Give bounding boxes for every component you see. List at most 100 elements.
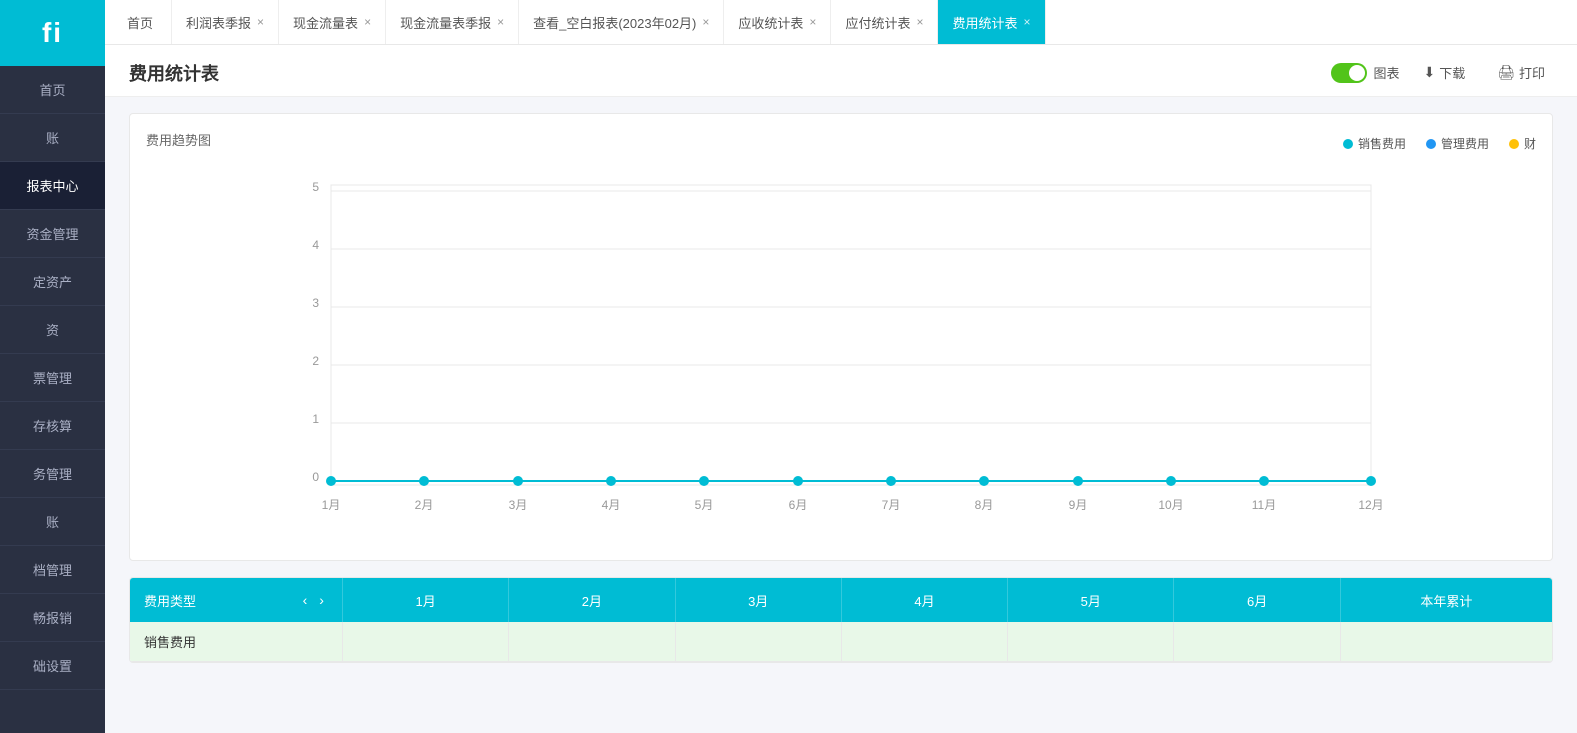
sidebar-item-report-center[interactable]: 报表中心 bbox=[0, 162, 105, 210]
sidebar-item-account2[interactable]: 账 bbox=[0, 498, 105, 546]
td-m6-sales bbox=[1174, 622, 1340, 661]
th-m1: 1月 bbox=[343, 578, 509, 622]
close-tab-cashflow-quarterly[interactable]: × bbox=[497, 15, 504, 29]
page-title: 费用统计表 bbox=[129, 60, 219, 86]
th-type: 费用类型 ‹ › bbox=[130, 578, 343, 622]
th-m4: 4月 bbox=[842, 578, 1008, 622]
sidebar-item-inventory[interactable]: 存核算 bbox=[0, 402, 105, 450]
close-tab-blank-report[interactable]: × bbox=[702, 15, 709, 29]
svg-text:3: 3 bbox=[312, 296, 319, 310]
tab-home[interactable]: 首页 bbox=[109, 0, 172, 44]
sidebar-item-ticket-management[interactable]: 票管理 bbox=[0, 354, 105, 402]
legend-label-admin: 管理费用 bbox=[1441, 135, 1489, 152]
svg-text:0: 0 bbox=[312, 470, 319, 484]
legend-admin: 管理费用 bbox=[1426, 135, 1489, 152]
legend-label-finance: 财 bbox=[1524, 135, 1536, 152]
legend-finance: 财 bbox=[1509, 135, 1536, 152]
td-m1-sales bbox=[343, 622, 509, 661]
content-area: 费用趋势图 销售费用 管理费用 财 bbox=[105, 97, 1577, 733]
svg-text:5月: 5月 bbox=[695, 498, 714, 512]
chart-toggle-label: 图表 bbox=[1373, 63, 1399, 82]
td-m3-sales bbox=[676, 622, 842, 661]
download-button[interactable]: ⬇ 下载 bbox=[1415, 59, 1473, 86]
toggle-track[interactable] bbox=[1331, 63, 1367, 83]
sidebar-item-fixed-assets[interactable]: 定资产 bbox=[0, 258, 105, 306]
td-m4-sales bbox=[842, 622, 1008, 661]
close-tab-payable[interactable]: × bbox=[916, 15, 923, 29]
tab-receivable[interactable]: 应收统计表 × bbox=[724, 0, 831, 44]
legend-dot-sales bbox=[1343, 139, 1353, 149]
chart-legend: 销售费用 管理费用 财 bbox=[1343, 135, 1536, 152]
prev-arrow[interactable]: ‹ bbox=[299, 592, 312, 608]
svg-text:3月: 3月 bbox=[509, 498, 528, 512]
table-row: 销售费用 bbox=[130, 622, 1552, 662]
sidebar-scroll: 首页 账 报表中心 资金管理 定资产 资 票管理 存核算 务管理 账 档管理 畅… bbox=[0, 66, 105, 733]
download-icon: ⬇ bbox=[1423, 64, 1435, 81]
tab-blank-report[interactable]: 查看_空白报表(2023年02月) × bbox=[519, 0, 724, 44]
legend-label-sales: 销售费用 bbox=[1358, 135, 1406, 152]
legend-dot-admin bbox=[1426, 139, 1436, 149]
print-label: 打印 bbox=[1519, 63, 1545, 82]
svg-text:9月: 9月 bbox=[1069, 498, 1088, 512]
tab-bar: 首页 利润表季报 × 现金流量表 × 现金流量表季报 × 查看_空白报表(202… bbox=[105, 0, 1577, 45]
svg-text:11月: 11月 bbox=[1252, 498, 1276, 512]
page-header: 费用统计表 图表 ⬇ 下载 🖨 打印 bbox=[105, 45, 1577, 97]
sidebar-item-service-management[interactable]: 务管理 bbox=[0, 450, 105, 498]
sidebar-item-settings[interactable]: 础设置 bbox=[0, 642, 105, 690]
td-type-sales: 销售费用 bbox=[130, 622, 343, 661]
table-header-row: 费用类型 ‹ › 1月 2月 3月 4月 5月 6月 本年累计 bbox=[130, 578, 1552, 622]
chart-container: 费用趋势图 销售费用 管理费用 财 bbox=[129, 113, 1553, 561]
close-tab-profit-quarterly[interactable]: × bbox=[257, 15, 264, 29]
svg-text:1月: 1月 bbox=[322, 498, 341, 512]
svg-text:6月: 6月 bbox=[789, 498, 808, 512]
th-m2: 2月 bbox=[509, 578, 675, 622]
toggle-thumb bbox=[1349, 65, 1365, 81]
nav-arrows: ‹ › bbox=[299, 592, 328, 608]
print-button[interactable]: 🖨 打印 bbox=[1489, 59, 1553, 86]
chart-title: 费用趋势图 bbox=[146, 130, 211, 149]
tab-expense[interactable]: 费用统计表 × bbox=[938, 0, 1045, 44]
th-ytd: 本年累计 bbox=[1341, 578, 1552, 622]
svg-text:4: 4 bbox=[312, 238, 319, 252]
line-chart-svg: 0 1 2 3 4 5 bbox=[146, 161, 1536, 541]
sidebar-item-account[interactable]: 账 bbox=[0, 114, 105, 162]
close-tab-cashflow[interactable]: × bbox=[364, 15, 371, 29]
td-m2-sales bbox=[509, 622, 675, 661]
tab-profit-quarterly[interactable]: 利润表季报 × bbox=[172, 0, 279, 44]
th-m3: 3月 bbox=[676, 578, 842, 622]
svg-text:7月: 7月 bbox=[882, 498, 901, 512]
main-content: 首页 利润表季报 × 现金流量表 × 现金流量表季报 × 查看_空白报表(202… bbox=[105, 0, 1577, 733]
th-m5: 5月 bbox=[1008, 578, 1174, 622]
svg-text:4月: 4月 bbox=[602, 498, 621, 512]
svg-text:2: 2 bbox=[312, 354, 319, 368]
close-tab-receivable[interactable]: × bbox=[809, 15, 816, 29]
sidebar-item-investment[interactable]: 资 bbox=[0, 306, 105, 354]
tab-payable[interactable]: 应付统计表 × bbox=[831, 0, 938, 44]
svg-text:12月: 12月 bbox=[1358, 498, 1383, 512]
sidebar-item-home[interactable]: 首页 bbox=[0, 66, 105, 114]
close-tab-expense[interactable]: × bbox=[1023, 15, 1030, 29]
print-icon: 🖨 bbox=[1497, 64, 1515, 81]
td-m5-sales bbox=[1008, 622, 1174, 661]
sidebar-item-sales[interactable]: 畅报销 bbox=[0, 594, 105, 642]
legend-sales: 销售费用 bbox=[1343, 135, 1406, 152]
next-arrow[interactable]: › bbox=[315, 592, 328, 608]
chart-toggle[interactable]: 图表 bbox=[1331, 63, 1399, 83]
download-label: 下载 bbox=[1439, 63, 1465, 82]
tab-cashflow-quarterly[interactable]: 现金流量表季报 × bbox=[386, 0, 519, 44]
expense-table: 费用类型 ‹ › 1月 2月 3月 4月 5月 6月 本年累计 销售费用 bbox=[129, 577, 1553, 663]
chart-svg-wrapper: 0 1 2 3 4 5 bbox=[146, 161, 1536, 544]
legend-dot-finance bbox=[1509, 139, 1519, 149]
th-m6: 6月 bbox=[1174, 578, 1340, 622]
sidebar-logo: fi bbox=[0, 0, 105, 66]
svg-text:1: 1 bbox=[312, 412, 319, 426]
header-actions: 图表 ⬇ 下载 🖨 打印 bbox=[1331, 59, 1553, 86]
sidebar: fi 首页 账 报表中心 资金管理 定资产 资 票管理 存核算 务管理 账 档管… bbox=[0, 0, 105, 733]
sidebar-item-fund-management[interactable]: 资金管理 bbox=[0, 210, 105, 258]
svg-text:8月: 8月 bbox=[975, 498, 994, 512]
tab-cashflow[interactable]: 现金流量表 × bbox=[279, 0, 386, 44]
sidebar-item-archive[interactable]: 档管理 bbox=[0, 546, 105, 594]
svg-text:2月: 2月 bbox=[415, 498, 434, 512]
svg-text:10月: 10月 bbox=[1158, 498, 1183, 512]
svg-text:5: 5 bbox=[312, 180, 319, 194]
